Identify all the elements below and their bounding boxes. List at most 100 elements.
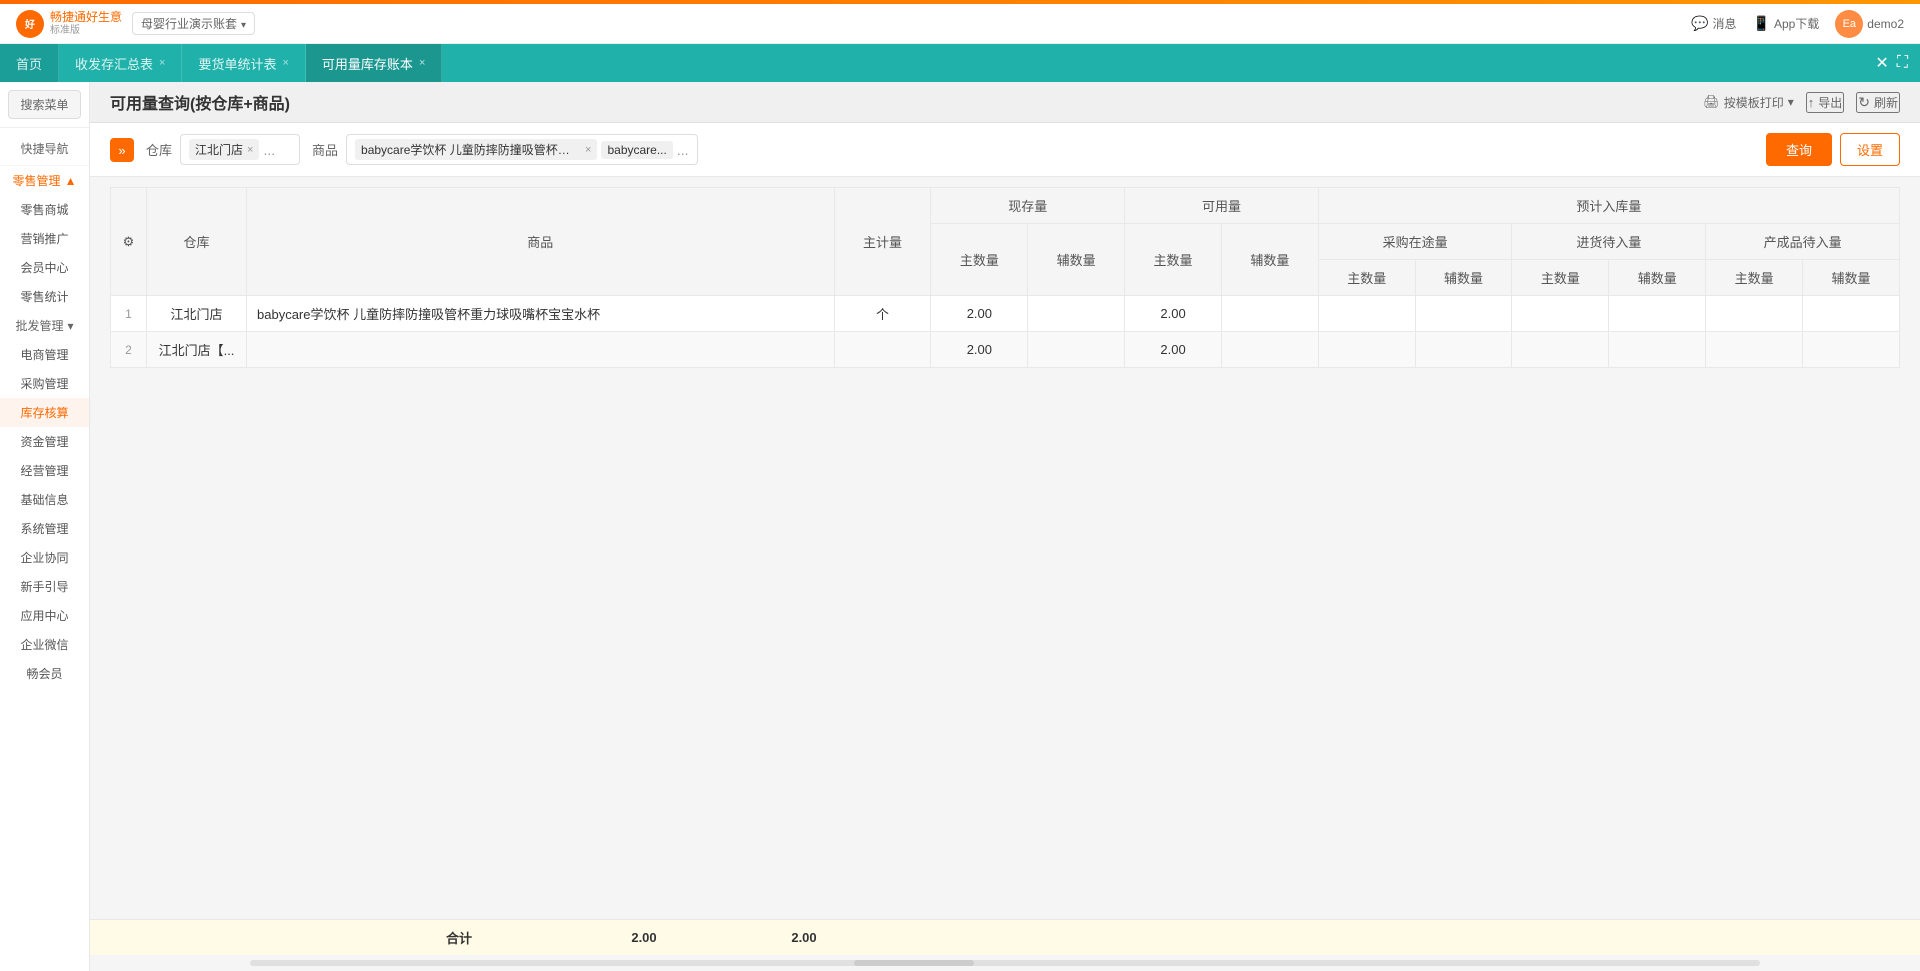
product-filter-box[interactable]: babycare学饮杯 儿童防摔防撞吸管杯重力球吸嘴杯宝宝水杯 babycare… bbox=[346, 134, 697, 165]
footer-avail-main: 2.00 bbox=[764, 930, 844, 945]
scrollbar-area[interactable] bbox=[90, 955, 1920, 971]
product-more[interactable]: ... bbox=[677, 142, 689, 158]
row-1-num: 1 bbox=[111, 296, 147, 332]
warehouse-filter-box[interactable]: 江北门店 ... bbox=[180, 134, 300, 165]
main-layout: 搜索菜单 快捷导航 零售管理 ▲ 零售商城 营销推广 会员中心 零售统计 批发管… bbox=[0, 82, 1920, 971]
th-purchase-transit: 采购在途量 bbox=[1318, 224, 1512, 260]
row-2-product bbox=[247, 332, 835, 368]
header-left: 好 畅捷通好生意 标准版 母婴行业演示账套 bbox=[16, 10, 255, 38]
tab-order-stat[interactable]: 要货单统计表 bbox=[182, 44, 305, 82]
warehouse-more[interactable]: ... bbox=[263, 142, 275, 158]
sidebar-item-operations[interactable]: 经营管理 bbox=[0, 456, 89, 485]
expand-tabs-icon[interactable]: ⛶ bbox=[1897, 54, 1908, 72]
sidebar-item-enterprise[interactable]: 企业协同 bbox=[0, 543, 89, 572]
row-1-stock-aux bbox=[1028, 296, 1125, 332]
page-header-actions: 按模板打印 导出 刷新 bbox=[1703, 92, 1900, 113]
th-warehouse: 仓库 bbox=[147, 188, 247, 296]
sidebar-item-purchase[interactable]: 采购管理 bbox=[0, 369, 89, 398]
filter-toggle-button[interactable] bbox=[110, 138, 134, 162]
tab-home[interactable]: 首页 bbox=[0, 44, 59, 82]
row-2-num: 2 bbox=[111, 332, 147, 368]
wholesale-expand-icon: ▾ bbox=[67, 319, 73, 333]
th-product: 商品 bbox=[247, 188, 835, 296]
logo-text: 畅捷通好生意 标准版 bbox=[50, 10, 122, 36]
th-purchase-aux: 辅数量 bbox=[1415, 260, 1512, 296]
tenant-selector[interactable]: 母婴行业演示账套 bbox=[132, 12, 255, 35]
table-row: 2 江北门店【... 2.00 2.00 bbox=[111, 332, 1900, 368]
refresh-button[interactable]: 刷新 bbox=[1856, 92, 1900, 113]
tab-spacer bbox=[442, 44, 1863, 82]
sidebar-item-inventory[interactable]: 库存核算 bbox=[0, 398, 89, 427]
warehouse-filter-group: 仓库 江北门店 ... bbox=[146, 134, 300, 165]
chat-button[interactable]: 消息 bbox=[1691, 15, 1736, 32]
search-menu-button[interactable]: 搜索菜单 bbox=[8, 90, 81, 119]
tab-close-available[interactable] bbox=[419, 57, 425, 69]
row-2-stock-aux bbox=[1028, 332, 1125, 368]
table-row: 1 江北门店 babycare学饮杯 儿童防摔防撞吸管杯重力球吸嘴杯宝宝水杯 个… bbox=[111, 296, 1900, 332]
settings-button[interactable]: 设置 bbox=[1840, 133, 1900, 166]
th-avail-aux: 辅数量 bbox=[1221, 224, 1318, 296]
tab-available-stock[interactable]: 可用量库存账本 bbox=[306, 44, 442, 82]
page-header: 可用量查询(按仓库+商品) 按模板打印 导出 刷新 bbox=[90, 82, 1920, 123]
close-all-tabs-icon[interactable]: ✕ bbox=[1875, 53, 1888, 73]
row-1-purchase-aux bbox=[1415, 296, 1512, 332]
sidebar-item-guide[interactable]: 新手引导 bbox=[0, 572, 89, 601]
row-1-finished-main bbox=[1706, 296, 1803, 332]
user-avatar-area[interactable]: Ea demo2 bbox=[1835, 10, 1904, 38]
th-inbound-pending: 进货待入量 bbox=[1512, 224, 1706, 260]
sidebar-quick-nav[interactable]: 快捷导航 bbox=[0, 132, 89, 166]
sidebar-item-member-center[interactable]: 会员中心 bbox=[0, 253, 89, 282]
th-finished-aux: 辅数量 bbox=[1803, 260, 1900, 296]
sidebar-item-retail-mall[interactable]: 零售商城 bbox=[0, 195, 89, 224]
sidebar-item-basic[interactable]: 基础信息 bbox=[0, 485, 89, 514]
sidebar-item-ecommerce[interactable]: 电商管理 bbox=[0, 340, 89, 369]
filter-area: 仓库 江北门店 ... 商品 babycare学饮杯 儿童防摔防撞吸管杯重力球吸… bbox=[90, 123, 1920, 177]
avatar: Ea bbox=[1835, 10, 1863, 38]
th-purchase-main: 主数量 bbox=[1318, 260, 1415, 296]
sidebar-item-finance[interactable]: 资金管理 bbox=[0, 427, 89, 456]
template-print-button[interactable]: 按模板打印 bbox=[1703, 94, 1794, 111]
th-stock-main: 主数量 bbox=[931, 224, 1028, 296]
th-settings[interactable] bbox=[111, 188, 147, 296]
row-1-product: babycare学饮杯 儿童防摔防撞吸管杯重力球吸嘴杯宝宝水杯 bbox=[247, 296, 835, 332]
row-1-warehouse: 江北门店 bbox=[147, 296, 247, 332]
row-1-inbound-aux bbox=[1609, 296, 1706, 332]
row-2-purchase-main bbox=[1318, 332, 1415, 368]
sidebar-item-retail-stat[interactable]: 零售统计 bbox=[0, 282, 89, 311]
export-button[interactable]: 导出 bbox=[1806, 92, 1845, 113]
tab-close-order[interactable] bbox=[282, 57, 288, 69]
row-2-finished-aux bbox=[1803, 332, 1900, 368]
sidebar-item-system[interactable]: 系统管理 bbox=[0, 514, 89, 543]
th-main-unit: 主计量 bbox=[834, 188, 931, 296]
sidebar-item-marketing[interactable]: 营销推广 bbox=[0, 224, 89, 253]
refresh-icon bbox=[1858, 94, 1870, 111]
sidebar-item-app-center[interactable]: 应用中心 bbox=[0, 601, 89, 630]
row-1-avail-main: 2.00 bbox=[1125, 296, 1222, 332]
tab-close-receipt[interactable] bbox=[159, 57, 165, 69]
settings-icon bbox=[123, 234, 135, 249]
sidebar-item-retail[interactable]: 零售管理 ▲ bbox=[0, 166, 89, 195]
app-download-button[interactable]: App下载 bbox=[1753, 15, 1820, 32]
row-2-avail-main: 2.00 bbox=[1125, 332, 1222, 368]
th-inbound-main: 主数量 bbox=[1512, 260, 1609, 296]
sidebar-item-wechat[interactable]: 企业微信 bbox=[0, 630, 89, 659]
sidebar-item-member[interactable]: 畅会员 bbox=[0, 659, 89, 688]
logo-icon: 好 bbox=[16, 10, 44, 38]
header-right: 消息 App下载 Ea demo2 bbox=[1691, 10, 1904, 38]
row-1-finished-aux bbox=[1803, 296, 1900, 332]
tab-bar-actions: ✕ ⛶ bbox=[1863, 44, 1920, 82]
warehouse-tag-close[interactable] bbox=[247, 144, 253, 156]
product-tag-1-close[interactable] bbox=[585, 144, 591, 156]
row-1-stock-main: 2.00 bbox=[931, 296, 1028, 332]
logo-area: 好 畅捷通好生意 标准版 bbox=[16, 10, 122, 38]
tab-receipt-summary[interactable]: 收发存汇总表 bbox=[59, 44, 182, 82]
scrollbar-track[interactable] bbox=[250, 960, 1760, 966]
footer-label: 合计 bbox=[384, 928, 534, 947]
scrollbar-thumb[interactable] bbox=[854, 960, 974, 966]
retail-expand-icon: ▲ bbox=[65, 174, 77, 188]
sidebar-item-wholesale[interactable]: 批发管理 ▾ bbox=[0, 311, 89, 340]
row-1-avail-aux bbox=[1221, 296, 1318, 332]
th-stock-aux: 辅数量 bbox=[1028, 224, 1125, 296]
row-2-avail-aux bbox=[1221, 332, 1318, 368]
query-button[interactable]: 查询 bbox=[1766, 133, 1832, 166]
